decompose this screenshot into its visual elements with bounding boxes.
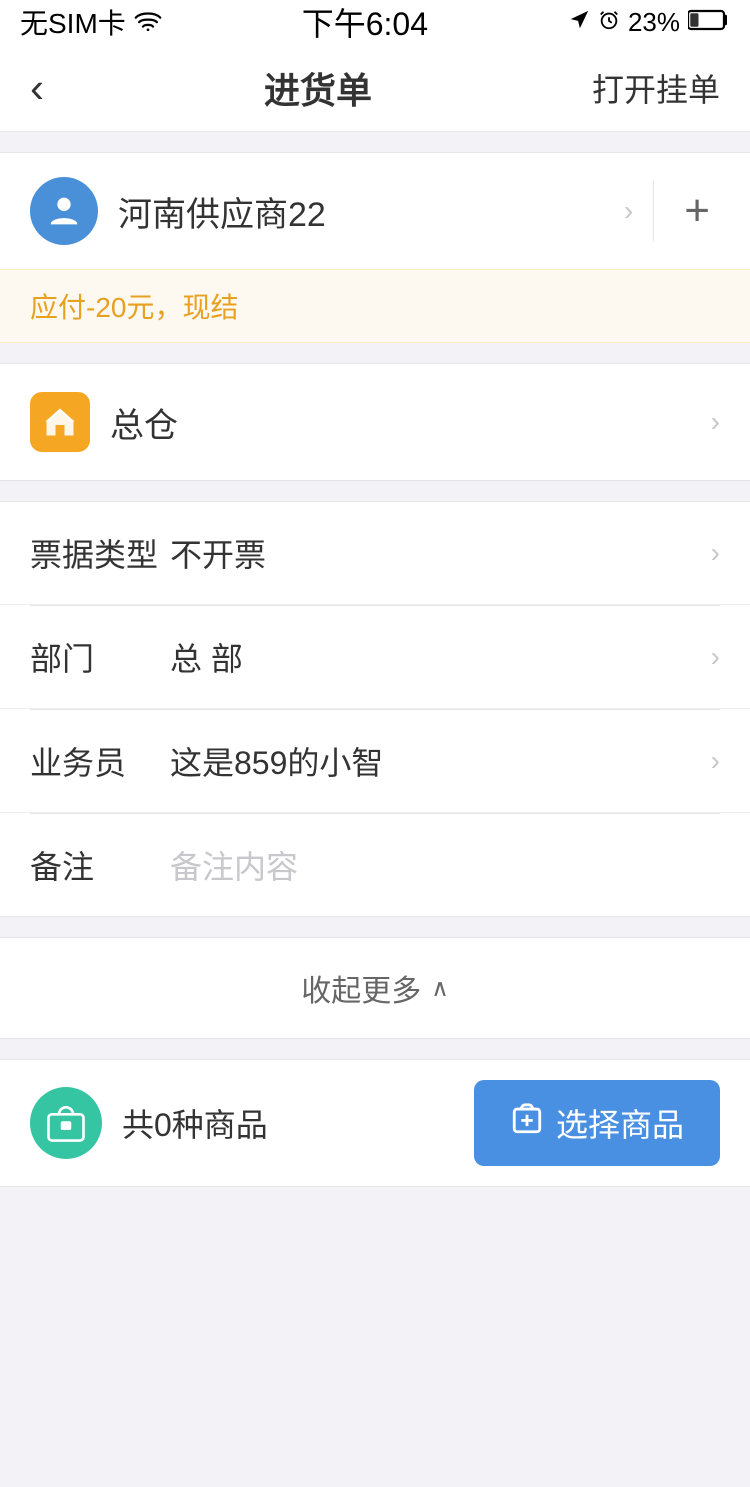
battery-label: 23% [628, 7, 680, 38]
department-arrow-icon: › [711, 641, 720, 673]
note-label: 备注 [30, 842, 170, 888]
alarm-icon [598, 7, 620, 38]
supplier-arrow-icon: › [624, 195, 633, 227]
salesperson-value: 这是859的小智 [170, 738, 711, 784]
invoice-type-value: 不开票 [170, 530, 711, 576]
alert-banner: 应付-20元，现结 [0, 269, 750, 343]
note-row[interactable]: 备注 备注内容 [0, 814, 750, 916]
nav-bar: ‹ 进货单 打开挂单 [0, 44, 750, 132]
gap-2 [0, 343, 750, 363]
department-value: 总 部 [170, 634, 711, 680]
department-label: 部门 [30, 634, 170, 680]
collapse-row[interactable]: 收起更多 ∧ [0, 937, 750, 1039]
gap-4 [0, 917, 750, 937]
supplier-row[interactable]: 河南供应商22 › + [0, 152, 750, 269]
wifi-icon [134, 6, 162, 38]
collapse-label: 收起更多 [301, 966, 421, 1010]
add-supplier-button[interactable]: + [674, 186, 720, 236]
back-button[interactable]: ‹ [30, 67, 44, 109]
product-icon [30, 1087, 102, 1159]
gap-3 [0, 481, 750, 501]
gap-1 [0, 132, 750, 152]
collapse-icon: ∧ [431, 974, 449, 1003]
location-icon [568, 7, 590, 38]
department-row[interactable]: 部门 总 部 › [0, 606, 750, 709]
select-product-icon [510, 1102, 544, 1144]
content-area: 河南供应商22 › + 应付-20元，现结 总仓 › 票据类型 不开票 › [0, 132, 750, 1487]
alert-text: 应付-20元，现结 [30, 292, 238, 323]
status-time: 下午6:04 [302, 0, 428, 45]
footer-area [0, 1187, 750, 1487]
invoice-type-label: 票据类型 [30, 530, 170, 576]
battery-icon [688, 7, 730, 38]
invoice-type-arrow-icon: › [711, 537, 720, 569]
status-bar: 无SIM卡 下午6:04 23% [0, 0, 750, 44]
select-product-button[interactable]: 选择商品 [474, 1080, 720, 1166]
supplier-name: 河南供应商22 [118, 187, 624, 236]
warehouse-arrow-icon: › [711, 406, 720, 438]
product-count: 共0种商品 [122, 1100, 474, 1146]
page-title: 进货单 [264, 62, 372, 114]
salesperson-row[interactable]: 业务员 这是859的小智 › [0, 710, 750, 813]
note-input[interactable]: 备注内容 [170, 842, 720, 888]
supplier-divider [653, 181, 654, 241]
invoice-type-row[interactable]: 票据类型 不开票 › [0, 502, 750, 605]
warehouse-name: 总仓 [110, 398, 711, 447]
product-bar: 共0种商品 选择商品 [0, 1059, 750, 1187]
status-left: 无SIM卡 [20, 2, 162, 42]
carrier-label: 无SIM卡 [20, 2, 126, 42]
open-hang-button[interactable]: 打开挂单 [592, 65, 720, 111]
warehouse-icon [30, 392, 90, 452]
form-section: 票据类型 不开票 › 部门 总 部 › 业务员 这是859的小智 › 备注 备注… [0, 501, 750, 917]
select-product-label: 选择商品 [556, 1100, 684, 1146]
warehouse-row[interactable]: 总仓 › [0, 363, 750, 481]
supplier-avatar [30, 177, 98, 245]
salesperson-label: 业务员 [30, 738, 170, 784]
salesperson-arrow-icon: › [711, 745, 720, 777]
status-right: 23% [568, 7, 730, 38]
